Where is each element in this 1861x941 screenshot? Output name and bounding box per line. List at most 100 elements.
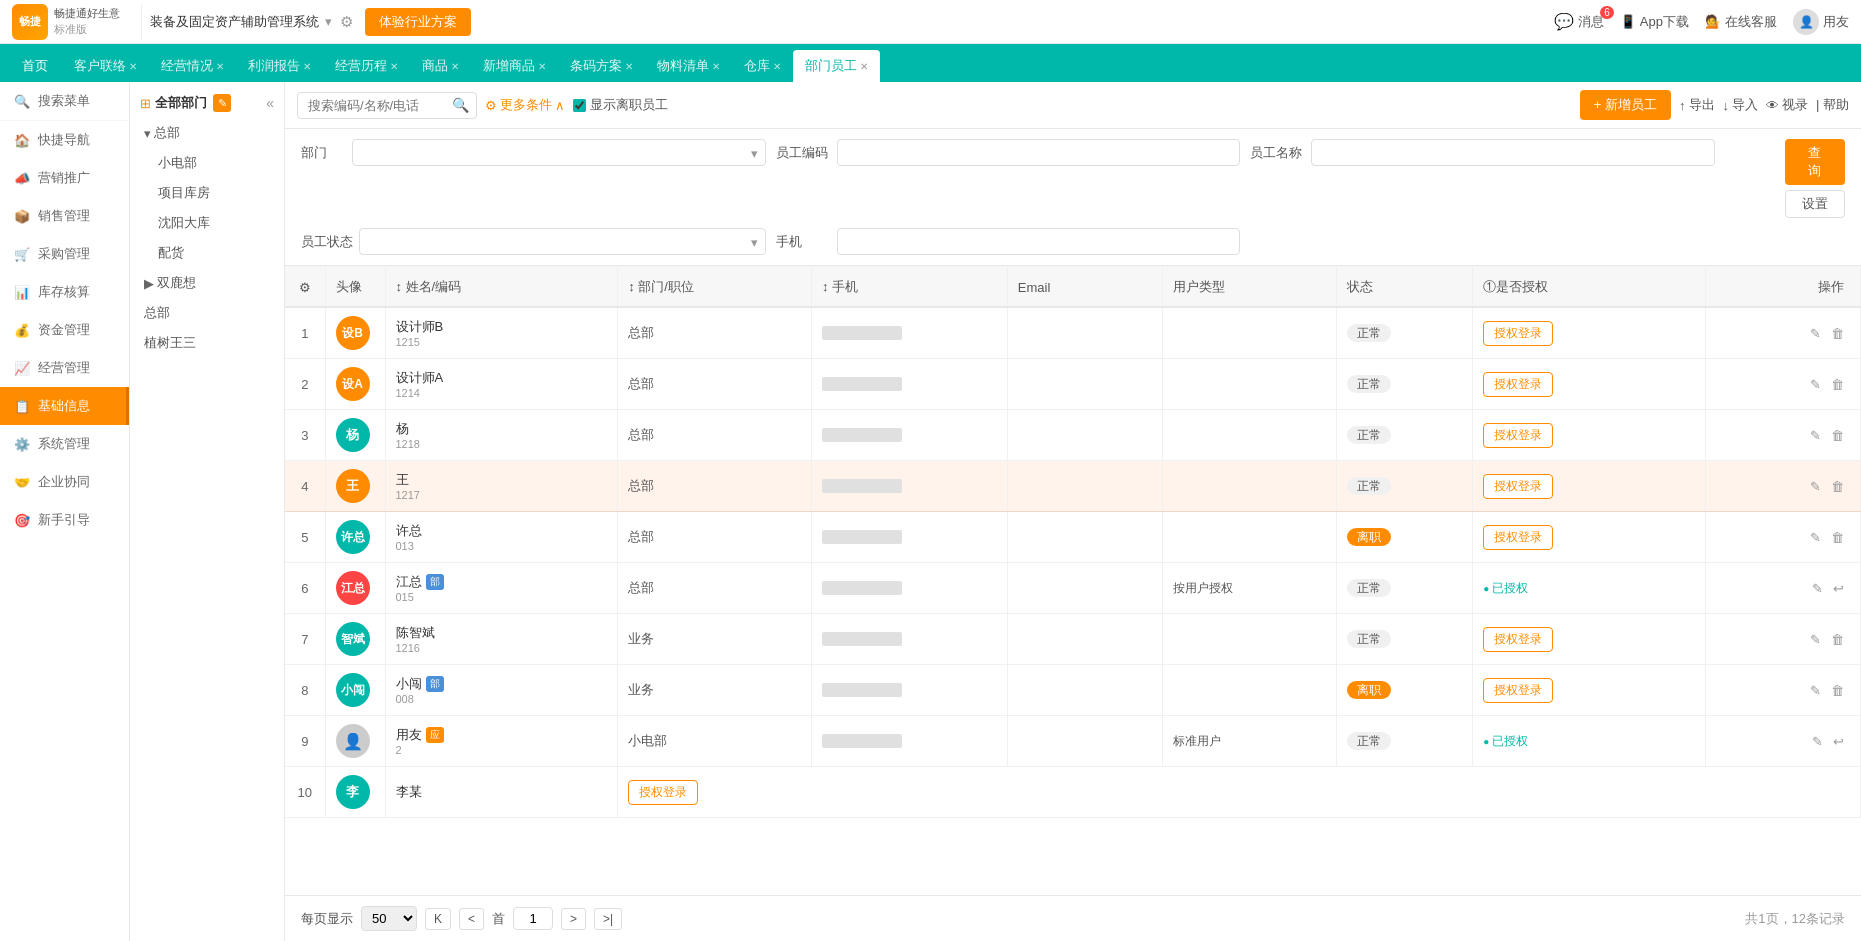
tab-home[interactable]: 首页 bbox=[8, 50, 62, 82]
search-submit-icon[interactable]: 🔍 bbox=[452, 97, 469, 113]
dept-collapse-icon[interactable]: « bbox=[266, 95, 274, 111]
authorize-btn[interactable]: 授权登录 bbox=[1483, 423, 1553, 448]
delete-icon[interactable]: 🗑 bbox=[1831, 632, 1844, 647]
user-avatar[interactable]: 👤 用友 bbox=[1793, 9, 1849, 35]
basic-info-item[interactable]: 📋 基础信息 bbox=[0, 387, 129, 425]
prev-page-btn[interactable]: < bbox=[459, 908, 484, 930]
phone-input[interactable] bbox=[837, 228, 1241, 255]
emp-status-select[interactable] bbox=[359, 228, 766, 255]
app-download-btn[interactable]: 📱 App下载 bbox=[1620, 13, 1689, 31]
message-btn[interactable]: 💬 消息 6 bbox=[1554, 12, 1604, 31]
tab-barcode[interactable]: 条码方案 ✕ bbox=[558, 50, 645, 82]
import-btn[interactable]: ↓ 导入 bbox=[1723, 96, 1759, 114]
emp-code-input[interactable] bbox=[837, 139, 1241, 166]
edit-icon[interactable]: ✎ bbox=[1810, 479, 1821, 494]
delete-icon[interactable]: 🗑 bbox=[1831, 683, 1844, 698]
settings-icon[interactable]: ⚙ bbox=[340, 13, 353, 31]
trial-btn[interactable]: 体验行业方案 bbox=[365, 8, 471, 36]
edit-icon[interactable]: ✎ bbox=[1810, 683, 1821, 698]
authorize-btn[interactable]: 授权登录 bbox=[1483, 321, 1553, 346]
dept-item-small[interactable]: 小电部 bbox=[130, 148, 284, 178]
delete-icon[interactable]: 🗑 bbox=[1831, 377, 1844, 392]
export-btn[interactable]: ↑ 导出 bbox=[1679, 96, 1715, 114]
delete-icon[interactable]: 🗑 bbox=[1831, 530, 1844, 545]
search-input[interactable] bbox=[297, 92, 477, 119]
tab-goods[interactable]: 商品 ✕ bbox=[410, 50, 471, 82]
dept-item-head[interactable]: ▾ 总部 bbox=[130, 118, 284, 148]
page-input[interactable] bbox=[513, 907, 553, 930]
dept-edit-icon[interactable]: ✎ bbox=[213, 94, 231, 112]
dept-item-hq[interactable]: 总部 bbox=[130, 298, 284, 328]
col-header-phone[interactable]: ↕ 手机 bbox=[812, 268, 1008, 307]
import-icon: ↓ bbox=[1723, 98, 1730, 113]
add-employee-btn[interactable]: + 新增员工 bbox=[1580, 90, 1671, 120]
dept-item-shenyang[interactable]: 沈阳大库 bbox=[130, 208, 284, 238]
dept-item-project[interactable]: 项目库房 bbox=[130, 178, 284, 208]
enterprise-item[interactable]: 🤝 企业协同 bbox=[0, 463, 129, 501]
view-btn[interactable]: 👁 视录 bbox=[1766, 96, 1808, 114]
dept-item-shuanglu[interactable]: ▶ 双鹿想 bbox=[130, 268, 284, 298]
authorize-btn[interactable]: 授权登录 bbox=[628, 780, 698, 805]
delete-icon[interactable]: 🗑 bbox=[1831, 428, 1844, 443]
more-filter-btn[interactable]: ⚙ 更多条件 ∧ bbox=[485, 96, 565, 114]
sales-item[interactable]: 📦 销售管理 bbox=[0, 197, 129, 235]
system-dropdown-icon[interactable]: ▾ bbox=[325, 14, 332, 29]
dept-item-distribution[interactable]: 配货 bbox=[130, 238, 284, 268]
tab-history[interactable]: 经营历程 ✕ bbox=[323, 50, 410, 82]
quick-nav-item[interactable]: 🏠 快捷导航 bbox=[0, 121, 129, 159]
show-resigned-checkbox[interactable] bbox=[573, 99, 586, 112]
avatar: 智斌 bbox=[336, 622, 370, 656]
system-item[interactable]: ⚙️ 系统管理 bbox=[0, 425, 129, 463]
delete-icon[interactable]: 🗑 bbox=[1831, 479, 1844, 494]
edit-icon[interactable]: ✎ bbox=[1810, 632, 1821, 647]
tab-operations[interactable]: 经营情况 ✕ bbox=[149, 50, 236, 82]
show-resigned-checkbox-label[interactable]: 显示离职员工 bbox=[573, 96, 668, 114]
enterprise-icon: 🤝 bbox=[14, 475, 30, 490]
tab-profit[interactable]: 利润报告 ✕ bbox=[236, 50, 323, 82]
guide-item[interactable]: 🎯 新手引导 bbox=[0, 501, 129, 539]
tab-customer[interactable]: 客户联络 ✕ bbox=[62, 50, 149, 82]
dept-item-planting[interactable]: 植树王三 bbox=[130, 328, 284, 358]
col-header-settings[interactable]: ⚙ bbox=[285, 268, 325, 307]
query-btn[interactable]: 查询 bbox=[1785, 139, 1845, 185]
authorize-btn[interactable]: 授权登录 bbox=[1483, 678, 1553, 703]
edit-icon[interactable]: ✎ bbox=[1812, 581, 1823, 596]
inventory-item[interactable]: 📊 库存核算 bbox=[0, 273, 129, 311]
delete-icon[interactable]: 🗑 bbox=[1831, 326, 1844, 341]
employee-code: 008 bbox=[396, 693, 608, 705]
page-size-select[interactable]: 50 20 100 bbox=[361, 906, 417, 931]
help-btn[interactable]: | 帮助 bbox=[1816, 96, 1849, 114]
employee-code: 1216 bbox=[396, 642, 608, 654]
dept-filter-select[interactable] bbox=[352, 139, 766, 166]
edit-icon[interactable]: ✎ bbox=[1812, 734, 1823, 749]
tab-add-goods[interactable]: 新增商品 ✕ bbox=[471, 50, 558, 82]
finance-item[interactable]: 💰 资金管理 bbox=[0, 311, 129, 349]
avatar: 王 bbox=[336, 469, 370, 503]
edit-icon[interactable]: ✎ bbox=[1810, 530, 1821, 545]
edit-icon[interactable]: ✎ bbox=[1810, 326, 1821, 341]
col-header-dept[interactable]: ↕ 部门/职位 bbox=[618, 268, 812, 307]
next-page-btn[interactable]: > bbox=[561, 908, 586, 930]
authorize-btn[interactable]: 授权登录 bbox=[1483, 372, 1553, 397]
authorize-btn[interactable]: 授权登录 bbox=[1483, 474, 1553, 499]
purchase-item[interactable]: 🛒 采购管理 bbox=[0, 235, 129, 273]
marketing-item[interactable]: 📣 营销推广 bbox=[0, 159, 129, 197]
delete-icon[interactable]: ↩ bbox=[1833, 734, 1844, 749]
edit-icon[interactable]: ✎ bbox=[1810, 428, 1821, 443]
emp-name-input[interactable] bbox=[1311, 139, 1715, 166]
first-page-btn[interactable]: K bbox=[425, 908, 451, 930]
employee-name: 江总 部 bbox=[396, 573, 608, 591]
online-service-btn[interactable]: 💁 在线客服 bbox=[1705, 13, 1777, 31]
operations-item[interactable]: 📈 经营管理 bbox=[0, 349, 129, 387]
tab-employees[interactable]: 部门员工 ✕ bbox=[793, 50, 880, 82]
last-page-btn[interactable]: >| bbox=[594, 908, 622, 930]
edit-icon[interactable]: ✎ bbox=[1810, 377, 1821, 392]
search-menu-item[interactable]: 🔍 搜索菜单 bbox=[0, 82, 129, 121]
col-header-name[interactable]: ↕ 姓名/编码 bbox=[385, 268, 618, 307]
tab-bom[interactable]: 物料清单 ✕ bbox=[645, 50, 732, 82]
authorize-btn[interactable]: 授权登录 bbox=[1483, 525, 1553, 550]
settings-btn[interactable]: 设置 bbox=[1785, 190, 1845, 218]
delete-icon[interactable]: ↩ bbox=[1833, 581, 1844, 596]
tab-warehouse[interactable]: 仓库 ✕ bbox=[732, 50, 793, 82]
authorize-btn[interactable]: 授权登录 bbox=[1483, 627, 1553, 652]
